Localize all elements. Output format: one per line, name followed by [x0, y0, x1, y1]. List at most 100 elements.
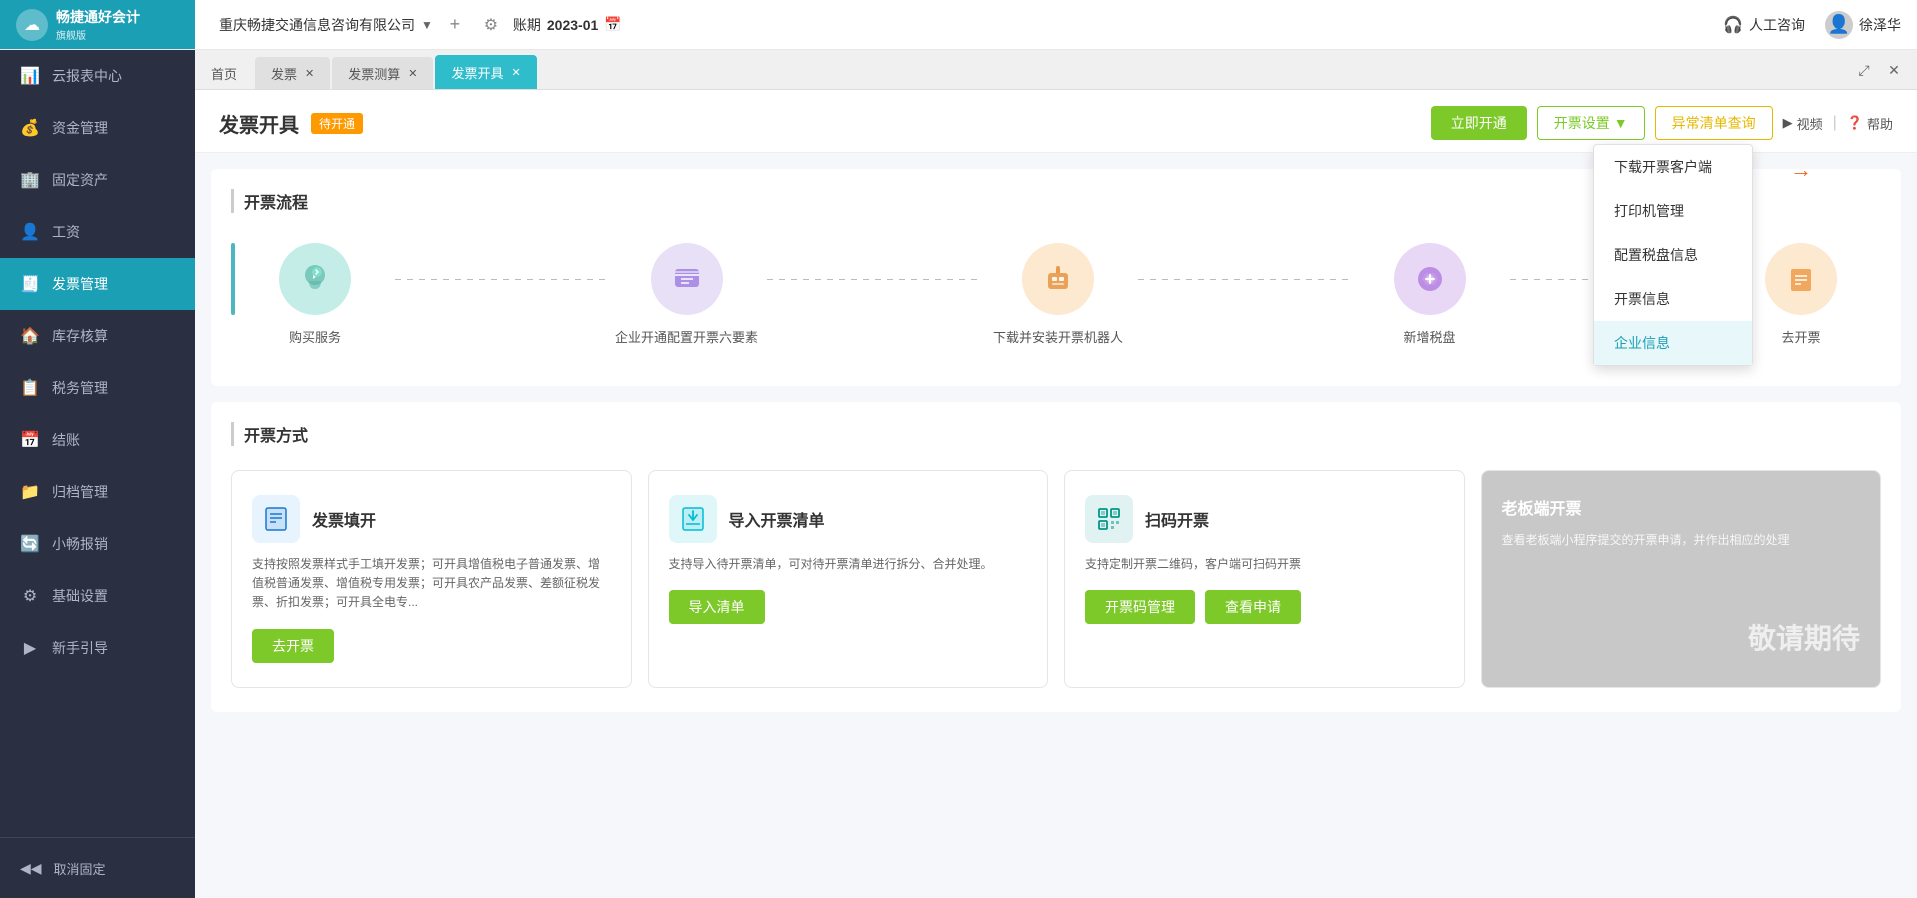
- settlement-label: 结账: [52, 430, 80, 450]
- fill-invoice-card: 发票填开 支持按照发票样式手工填开发票；可开具增值税电子普通发票、增值税普通发票…: [231, 470, 632, 688]
- maximize-button[interactable]: ⤢: [1849, 50, 1879, 90]
- sidebar-item-fixed-assets[interactable]: 🏢固定资产: [0, 154, 195, 206]
- cloud-report-icon: 📊: [20, 66, 40, 86]
- scan-invoice-footer: 开票码管理 查看申请: [1085, 590, 1444, 624]
- scan-invoice-card-header: 扫码开票: [1085, 495, 1444, 543]
- fill-invoice-card-header: 发票填开: [252, 495, 611, 543]
- dropdown-arrow-icon: →: [1790, 157, 1812, 183]
- video-button[interactable]: ▶ 视频: [1783, 114, 1823, 133]
- app-logo-icon: ☁: [16, 9, 48, 41]
- view-apply-button[interactable]: 查看申请: [1205, 590, 1301, 624]
- inventory-label: 库存核算: [52, 326, 108, 346]
- boss-invoice-title: 老板端开票: [1502, 495, 1582, 519]
- flow-step-add-disk: 新增税盘: [1350, 243, 1510, 346]
- method-section: 开票方式: [211, 402, 1901, 712]
- tab-close-invoice[interactable]: ✕: [305, 67, 314, 80]
- go-invoice-icon: [1765, 243, 1837, 315]
- sidebar-item-basic-settings[interactable]: ⚙ 基础设置: [0, 570, 195, 622]
- period-value: 2023-01: [547, 17, 598, 33]
- add-company-button[interactable]: +: [441, 11, 469, 39]
- add-disk-icon: [1394, 243, 1466, 315]
- cancel-pin-button[interactable]: ◀◀ 取消固定: [0, 846, 195, 890]
- sidebar-item-archive-mgmt[interactable]: 📁 归档管理: [0, 466, 195, 518]
- tab-invoice[interactable]: 发票 ✕: [255, 57, 330, 89]
- fund-mgmt-label: 资金管理: [52, 118, 108, 138]
- company-selector[interactable]: 重庆畅捷交通信息咨询有限公司 ▼: [219, 15, 433, 35]
- archive-mgmt-icon: 📁: [20, 482, 40, 502]
- tax-mgmt-label: 税务管理: [52, 378, 108, 398]
- dropdown-item-company-info[interactable]: 企业信息: [1594, 321, 1752, 365]
- buy-service-label: 购买服务: [289, 327, 341, 346]
- connector-3: [1138, 279, 1350, 310]
- settings-icon[interactable]: ⚙: [477, 11, 505, 39]
- go-invoice-button[interactable]: 去开票: [252, 629, 334, 663]
- boss-invoice-desc: 查看老板端小程序提交的开票申请，并作出相应的处理: [1502, 531, 1861, 550]
- dropdown-item-invoice-info[interactable]: 开票信息: [1594, 277, 1752, 321]
- basic-settings-label: 基础设置: [52, 586, 108, 606]
- settlement-icon: 📅: [20, 430, 40, 450]
- new-guide-label: 新手引导: [52, 638, 108, 658]
- period-label: 账期 2023-01 📅: [513, 15, 622, 35]
- exception-button[interactable]: 异常清单查询: [1655, 106, 1773, 140]
- page-title-area: 发票开具 待开通: [219, 109, 363, 138]
- sidebar: 📊 云报表中心 💰 资金管理 🏢固定资产👤工资🧾发票管理🏠库存核算 📋 税务管理 📅 结账 📁 归档…: [0, 50, 195, 898]
- tab-close-invoice-open[interactable]: ✕: [512, 66, 521, 79]
- tab-close-invoice-test[interactable]: ✕: [408, 67, 417, 80]
- app-title: 畅捷通好会计: [56, 7, 140, 27]
- tab-label-invoice: 发票: [271, 64, 297, 83]
- sidebar-item-xiaochang[interactable]: 🔄小畅报销: [0, 518, 195, 570]
- download-robot-label: 下载并安装开票机器人: [993, 327, 1123, 346]
- dropdown-item-printer-mgmt[interactable]: 打印机管理: [1594, 189, 1752, 233]
- archive-mgmt-label: 归档管理: [52, 482, 108, 502]
- new-guide-icon: ▶: [20, 638, 40, 658]
- cloud-report-label: 云报表中心: [52, 66, 122, 86]
- sidebar-item-invoice-mgmt[interactable]: 🧾发票管理: [0, 258, 195, 310]
- qr-code-manage-button[interactable]: 开票码管理: [1085, 590, 1195, 624]
- buy-service-icon: [279, 243, 351, 315]
- import-list-card-header: 导入开票清单: [669, 495, 1028, 543]
- company-chevron-icon: ▼: [421, 18, 433, 32]
- sidebar-item-cloud-report[interactable]: 📊 云报表中心: [0, 50, 195, 102]
- fixed-assets-icon: 🏢: [20, 170, 40, 190]
- content-area: 发票开具 待开通 立即开通 开票设置 ▼ 异常清单查询 ▶ 视频: [195, 90, 1917, 898]
- dropdown-chevron-icon: ▼: [1614, 115, 1628, 131]
- sidebar-item-settlement[interactable]: 📅 结账: [0, 414, 195, 466]
- connector-1: [395, 279, 607, 310]
- connector-2: [767, 279, 979, 310]
- sidebar-item-inventory[interactable]: 🏠库存核算: [0, 310, 195, 362]
- company-name: 重庆畅捷交通信息咨询有限公司: [219, 15, 415, 35]
- tab-label-home: 首页: [211, 64, 237, 83]
- sidebar-item-fund-mgmt[interactable]: 💰 资金管理: [0, 102, 195, 154]
- user-info[interactable]: 👤 徐泽华: [1825, 11, 1901, 39]
- fund-mgmt-icon: 💰: [20, 118, 40, 138]
- import-list-button[interactable]: 导入清单: [669, 590, 765, 624]
- calendar-icon[interactable]: 📅: [604, 16, 621, 33]
- headset-icon: 🎧: [1723, 15, 1743, 35]
- activate-button[interactable]: 立即开通: [1431, 106, 1527, 140]
- flow-step-buy: 购买服务: [235, 243, 395, 346]
- scan-invoice-icon: [1085, 495, 1133, 543]
- sidebar-item-payroll[interactable]: 👤工资: [0, 206, 195, 258]
- fill-invoice-icon: [252, 495, 300, 543]
- fill-invoice-desc: 支持按照发票样式手工填开发票；可开具增值税电子普通发票、增值税普通发票、增值税专…: [252, 555, 611, 613]
- sidebar-item-tax-mgmt[interactable]: 📋 税务管理: [0, 362, 195, 414]
- support-button[interactable]: 🎧 人工咨询: [1723, 15, 1805, 35]
- import-list-icon: [669, 495, 717, 543]
- dropdown-item-download-client[interactable]: 下载开票客户端: [1594, 145, 1752, 189]
- add-disk-label: 新增税盘: [1403, 327, 1455, 346]
- basic-settings-icon: ⚙: [20, 586, 40, 606]
- help-button[interactable]: ❓ 帮助: [1847, 114, 1893, 133]
- dropdown-item-tax-disk[interactable]: 配置税盘信息: [1594, 233, 1752, 277]
- close-window-button[interactable]: ✕: [1879, 50, 1909, 90]
- play-icon: ▶: [1783, 115, 1793, 131]
- xiaochang-label: 小畅报销: [52, 534, 108, 554]
- tab-home[interactable]: 首页: [195, 57, 253, 89]
- coming-soon-text: 敬请期待: [1748, 617, 1860, 657]
- tab-invoice-test[interactable]: 发票测算✕: [332, 57, 433, 89]
- payroll-label: 工资: [52, 222, 80, 242]
- tax-mgmt-icon: 📋: [20, 378, 40, 398]
- settings-button[interactable]: 开票设置 ▼: [1537, 106, 1645, 140]
- sidebar-item-new-guide[interactable]: ▶ 新手引导: [0, 622, 195, 674]
- tab-invoice-open[interactable]: 发票开具✕: [435, 55, 536, 89]
- app-subtitle: 旗舰版: [56, 27, 140, 42]
